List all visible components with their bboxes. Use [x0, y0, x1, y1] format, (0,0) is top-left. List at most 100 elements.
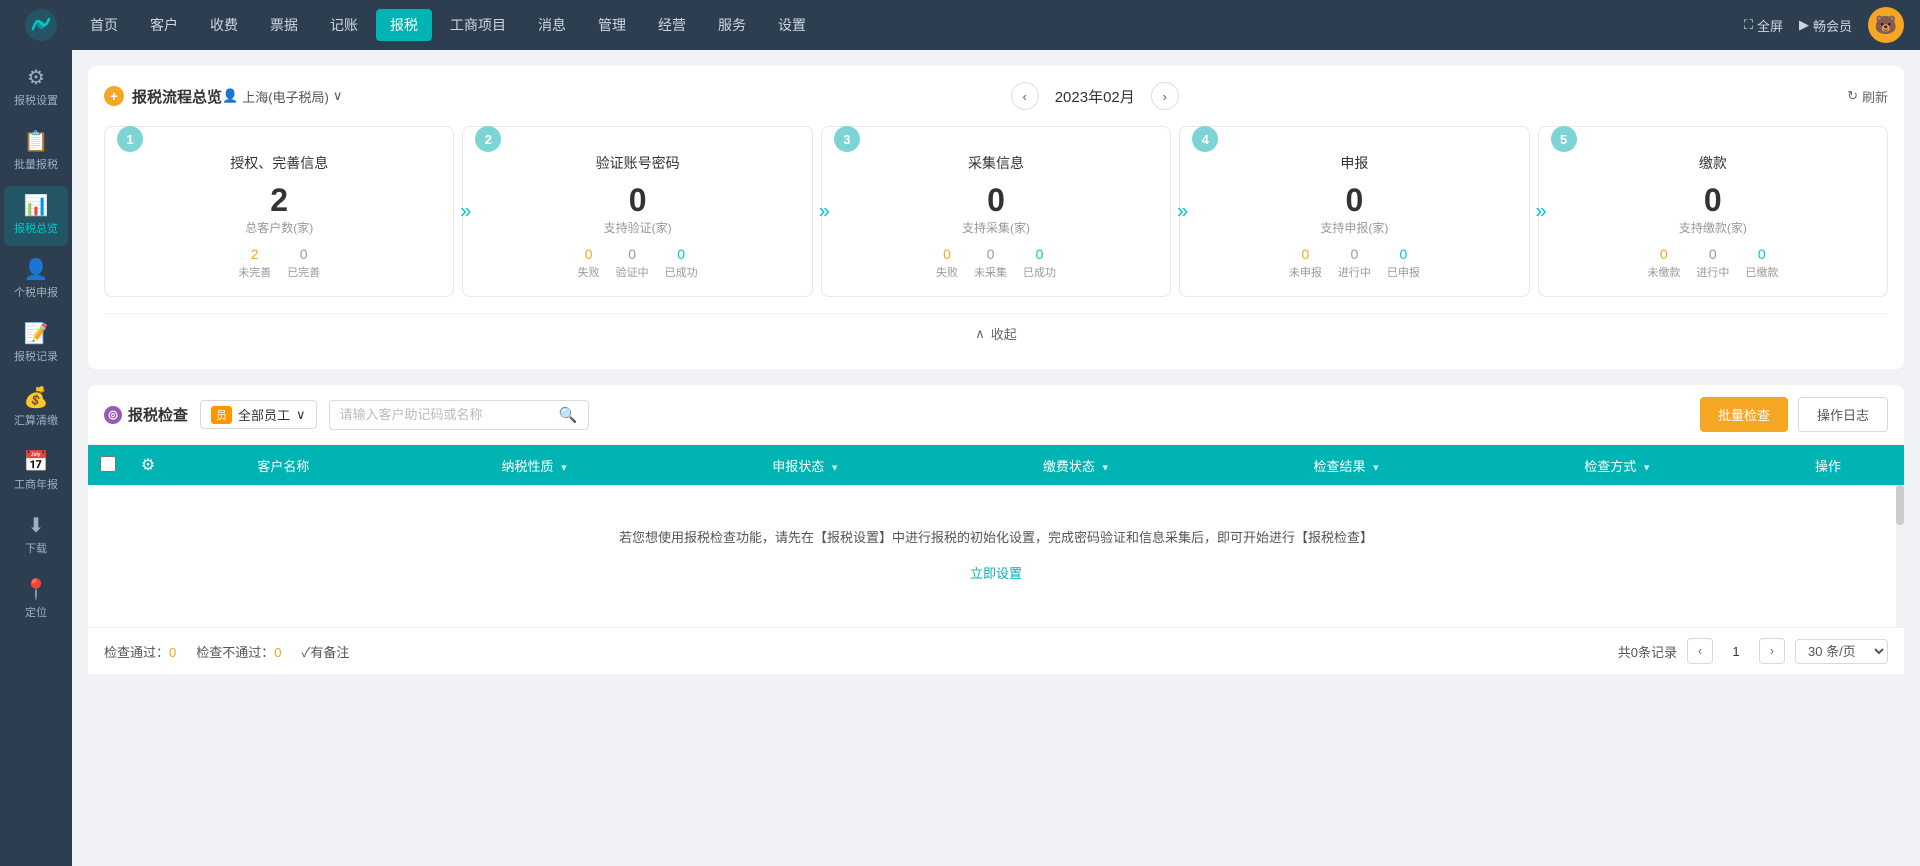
setting-link[interactable]: 立即设置 [970, 566, 1022, 581]
top-menu: 首页客户收费票据记账报税工商项目消息管理经营服务设置 [76, 9, 1744, 41]
top-menu-item-客户[interactable]: 客户 [136, 9, 192, 41]
top-menu-item-管理[interactable]: 管理 [584, 9, 640, 41]
step-stat-val: 2 [251, 246, 259, 262]
chevron-down-icon: ∨ [333, 88, 343, 104]
table-header-check-method[interactable]: 检查方式 ▾ [1481, 445, 1752, 485]
top-menu-item-报税[interactable]: 报税 [376, 9, 432, 41]
sidebar-item-下载[interactable]: ⬇ 下载 [4, 506, 68, 566]
sidebar-icon: ⚙ [27, 68, 45, 88]
step-stat: 0 未缴款 [1647, 246, 1680, 280]
step-stats: 0 失败 0 未采集 0 已成功 [834, 246, 1158, 280]
empty-tip: 若您想使用报税检查功能，请先在【报税设置】中进行报税的初始化设置，完成密码验证和… [88, 485, 1904, 627]
sidebar-item-报税总览[interactable]: 📊报税总览 [4, 186, 68, 246]
step-stat-label: 已缴款 [1745, 264, 1778, 280]
step-stats: 0 失败 0 验证中 0 已成功 [475, 246, 799, 280]
filter-icon: ▾ [1373, 462, 1379, 474]
prev-page-button[interactable]: ‹ [1687, 638, 1713, 664]
top-menu-item-工商项目[interactable]: 工商项目 [436, 9, 520, 41]
sidebar-icon: 📝 [24, 324, 49, 344]
sidebar-item-定位[interactable]: 📍定位 [4, 570, 68, 630]
refresh-label: 刷新 [1862, 87, 1888, 106]
table-header-tax-type[interactable]: 纳税性质 ▾ [399, 445, 670, 485]
sidebar-item-工商年报[interactable]: 📅工商年报 [4, 442, 68, 502]
top-menu-item-收费[interactable]: 收费 [196, 9, 252, 41]
month-nav: ‹ 2023年02月 › [1011, 82, 1179, 110]
sidebar-icon: 👤 [24, 260, 49, 280]
sidebar-icon: ⬇ [28, 516, 45, 536]
step-stat: 0 进行中 [1338, 246, 1371, 280]
top-menu-item-首页[interactable]: 首页 [76, 9, 132, 41]
step-stat-label: 未采集 [974, 264, 1007, 280]
prev-month-button[interactable]: ‹ [1011, 82, 1039, 110]
table-body-wrapper: 若您想使用报税检查功能，请先在【报税设置】中进行报税的初始化设置，完成密码验证和… [88, 485, 1904, 627]
next-page-button[interactable]: › [1759, 638, 1785, 664]
step-name: 验证账号密码 [475, 153, 799, 173]
process-overview-card: + 报税流程总览 👤 上海(电子税局) ∨ ‹ 2023年02月 › ↻ 刷新 … [88, 66, 1904, 369]
step-stat-label: 失败 [578, 264, 600, 280]
location-text: 上海(电子税局) [242, 87, 329, 106]
step-count: 0 [475, 181, 799, 219]
fail-count[interactable]: 0 [274, 645, 281, 660]
table-header-check-result[interactable]: 检查结果 ▾ [1211, 445, 1482, 485]
sidebar-item-个税申报[interactable]: 👤个税申报 [4, 250, 68, 310]
top-right: ⛶ 全屏 ▶ 畅会员 🐻 [1744, 7, 1904, 43]
table-header-checkbox [88, 445, 128, 485]
step-num: 4 [1192, 126, 1218, 152]
top-menu-item-设置[interactable]: 设置 [764, 9, 820, 41]
employee-filter[interactable]: 员 全部员工 ∨ [200, 400, 317, 429]
location-selector[interactable]: 👤 上海(电子税局) ∨ [222, 87, 342, 106]
step-stat-label: 未完善 [238, 264, 271, 280]
step-stat: 0 已完善 [287, 246, 320, 280]
sidebar-item-报税设置[interactable]: ⚙ 报税设置 [4, 58, 68, 118]
sidebar-label: 报税设置 [14, 92, 58, 108]
location-icon: 👤 [222, 88, 238, 104]
step-stat-val: 0 [1758, 246, 1766, 262]
scrollbar-thumb[interactable] [1896, 485, 1904, 525]
next-month-button[interactable]: › [1151, 82, 1179, 110]
search-input[interactable] [330, 402, 549, 427]
step-name: 采集信息 [834, 153, 1158, 173]
page-size-select[interactable]: 30 条/页 50 条/页 100 条/页 [1795, 639, 1888, 664]
select-all-checkbox[interactable] [100, 456, 116, 472]
member-button[interactable]: ▶ 畅会员 [1799, 16, 1852, 35]
table-header-operation: 操作 [1752, 445, 1904, 485]
operation-log-button[interactable]: 操作日志 [1798, 397, 1888, 432]
batch-check-button[interactable]: 批量检查 [1700, 397, 1788, 432]
pass-count[interactable]: 0 [169, 645, 176, 660]
process-step-4: 5 缴款 0 支持缴款(家) 0 未缴款 0 进行中 0 已缴款 [1538, 126, 1888, 297]
refresh-button[interactable]: ↻ 刷新 [1847, 87, 1888, 106]
step-name: 申报 [1192, 153, 1516, 173]
step-stat: 2 未完善 [238, 246, 271, 280]
step-name: 授权、完善信息 [117, 153, 441, 173]
step-sub: 总客户数(家) [117, 219, 441, 236]
sidebar-label: 汇算清缴 [14, 412, 58, 428]
top-menu-item-服务[interactable]: 服务 [704, 9, 760, 41]
chevron-down-icon: ∨ [296, 407, 306, 423]
top-menu-item-经营[interactable]: 经营 [644, 9, 700, 41]
step-stats: 0 未缴款 0 进行中 0 已缴款 [1551, 246, 1875, 280]
step-arrow-icon: » [460, 200, 471, 223]
collapse-button[interactable]: ∧ 收起 [104, 314, 1888, 353]
sidebar-item-报税记录[interactable]: 📝报税记录 [4, 314, 68, 374]
top-menu-item-票据[interactable]: 票据 [256, 9, 312, 41]
process-title-icon: + [104, 86, 124, 106]
sidebar-label: 下载 [25, 540, 47, 556]
step-stat-label: 未申报 [1289, 264, 1322, 280]
table-header-declare-status[interactable]: 申报状态 ▾ [669, 445, 940, 485]
avatar[interactable]: 🐻 [1868, 7, 1904, 43]
pass-stat: 检查通过：0 [104, 642, 176, 661]
sidebar-item-批量报税[interactable]: 📋批量报税 [4, 122, 68, 182]
sidebar-item-汇算清缴[interactable]: 💰汇算清缴 [4, 378, 68, 438]
search-button[interactable]: 🔍 [549, 401, 588, 429]
footer-left: 检查通过：0 检查不通过：0 ✓有备注 [104, 642, 349, 661]
sidebar-icon: 📊 [24, 196, 49, 216]
fullscreen-button[interactable]: ⛶ 全屏 [1744, 16, 1783, 35]
top-menu-item-记账[interactable]: 记账 [316, 9, 372, 41]
top-menu-item-消息[interactable]: 消息 [524, 9, 580, 41]
check-title-icon: ◎ [104, 406, 122, 424]
step-stat-val: 0 [628, 246, 636, 262]
settings-icon[interactable]: ⚙ [141, 457, 155, 474]
table-header-pay-status[interactable]: 缴费状态 ▾ [940, 445, 1211, 485]
step-stat-label: 进行中 [1696, 264, 1729, 280]
step-stat: 0 失败 [936, 246, 958, 280]
